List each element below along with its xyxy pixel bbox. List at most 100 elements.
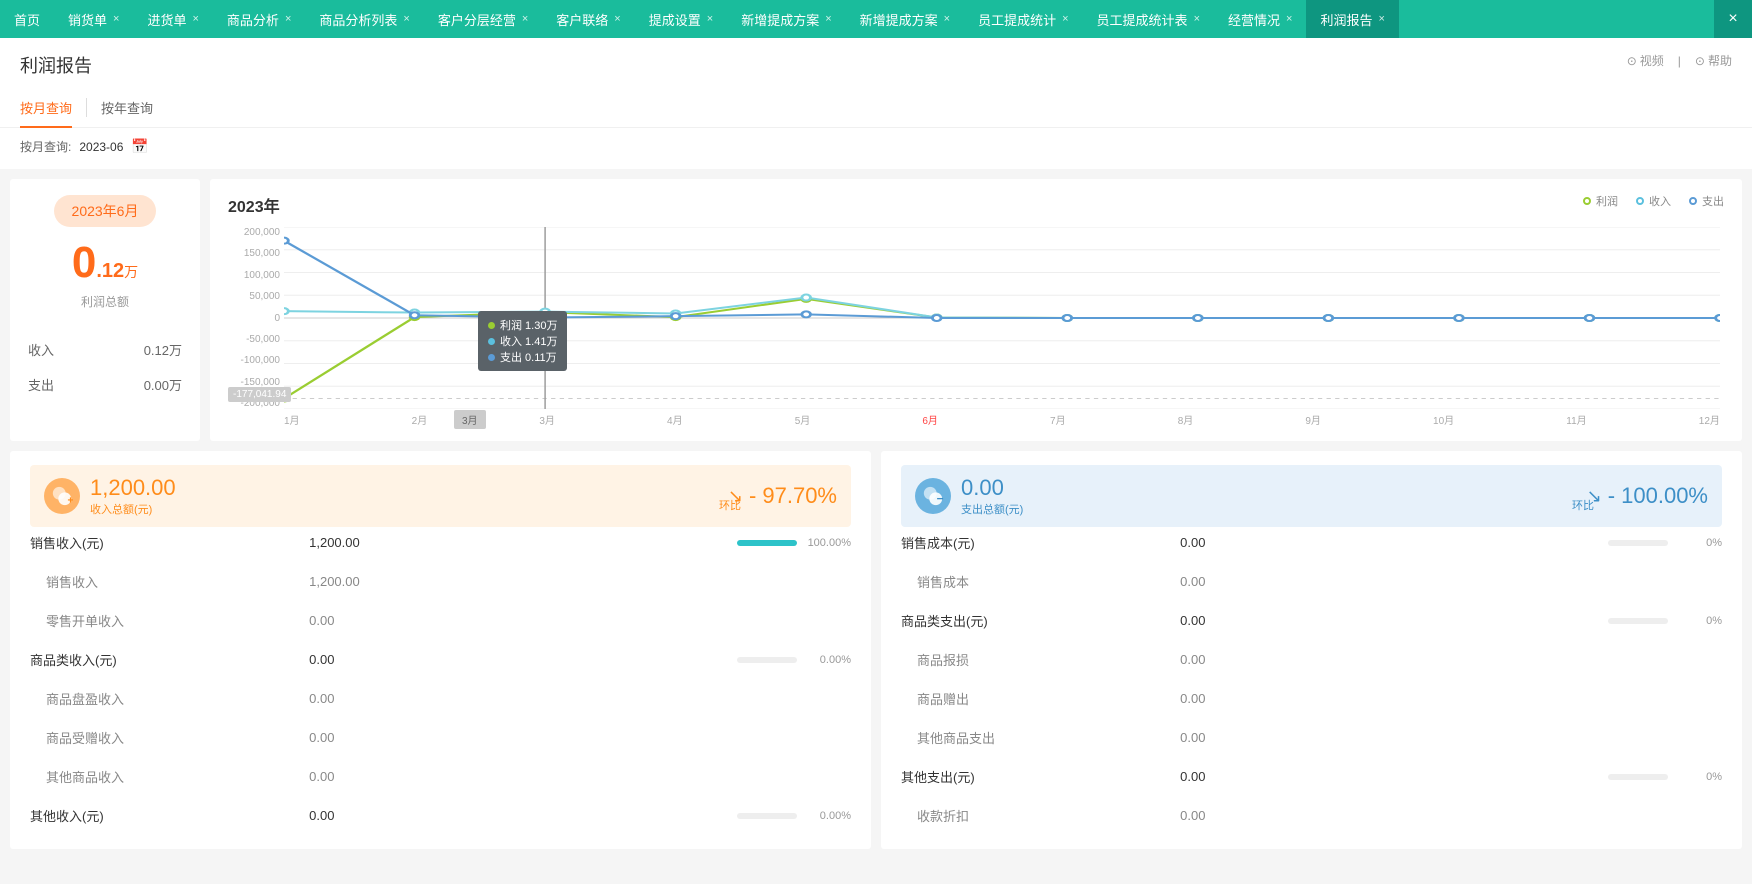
progress-bar bbox=[1608, 774, 1668, 780]
income-panel: + 1,200.00 收入总额(元) ↘ - 97.70% 环比 销售收入(元)… bbox=[10, 451, 871, 849]
table-row: 零售开单收入0.00 bbox=[30, 601, 851, 640]
table-row: 其他收入(元)0.000.00% bbox=[30, 796, 851, 835]
legend-expense[interactable]: 支出 bbox=[1689, 193, 1724, 209]
close-icon[interactable]: × bbox=[285, 13, 291, 25]
top-tabbar: 首页销货单×进货单×商品分析×商品分析列表×客户分层经营×客户联络×提成设置×新… bbox=[0, 0, 1752, 38]
close-icon[interactable]: × bbox=[1378, 13, 1384, 25]
table-row: 其他商品收入0.00 bbox=[30, 757, 851, 796]
summary-card: 2023年6月 0.12万 利润总额 收入 0.12万 支出 0.00万 bbox=[10, 179, 200, 441]
tab-3[interactable]: 商品分析× bbox=[213, 0, 305, 38]
tab-12[interactable]: 经营情况× bbox=[1214, 0, 1306, 38]
expense-panel-header: − 0.00 支出总额(元) ↘ - 100.00% bbox=[901, 465, 1722, 527]
legend-dot-icon bbox=[1689, 197, 1697, 205]
tab-4[interactable]: 商品分析列表× bbox=[305, 0, 423, 38]
table-row: 其他支出(元)0.000% bbox=[901, 757, 1722, 796]
tab-5[interactable]: 客户分层经营× bbox=[424, 0, 542, 38]
chart-legend: 利润 收入 支出 bbox=[1583, 193, 1724, 209]
income-trend: - 97.70% bbox=[749, 483, 837, 509]
chart-y-badge: -177,041.94 bbox=[228, 387, 291, 402]
table-row: 销售收入(元)1,200.00100.00% bbox=[30, 523, 851, 562]
tooltip-dot-icon bbox=[488, 354, 495, 361]
query-mode-tabs: 按月查询 按年查询 bbox=[0, 78, 1752, 128]
help-icon: ⊙ bbox=[1695, 54, 1705, 68]
close-icon[interactable]: × bbox=[1286, 13, 1292, 25]
tab-0[interactable]: 首页 bbox=[0, 0, 54, 38]
progress-bar bbox=[737, 540, 797, 546]
summary-period: 2023年6月 bbox=[54, 195, 157, 227]
tab-7[interactable]: 提成设置× bbox=[635, 0, 727, 38]
income-panel-header: + 1,200.00 收入总额(元) ↘ - 97.70% bbox=[30, 465, 851, 527]
progress-bar bbox=[1608, 618, 1668, 624]
progress-bar bbox=[1608, 540, 1668, 546]
close-icon[interactable]: × bbox=[614, 13, 620, 25]
filter-date[interactable]: 2023-06 bbox=[79, 140, 123, 154]
tooltip-dot-icon bbox=[488, 322, 495, 329]
close-icon[interactable]: × bbox=[1194, 13, 1200, 25]
table-row: 商品赠出0.00 bbox=[901, 679, 1722, 718]
page-title: 利润报告 bbox=[20, 52, 1732, 78]
legend-dot-icon bbox=[1636, 197, 1644, 205]
close-all-tabs[interactable]: × bbox=[1714, 0, 1752, 38]
tab-6[interactable]: 客户联络× bbox=[542, 0, 634, 38]
tab-month-query[interactable]: 按月查询 bbox=[20, 92, 72, 127]
close-icon[interactable]: × bbox=[113, 13, 119, 25]
month-filter: 按月查询: 2023-06 📅 bbox=[0, 128, 1752, 169]
chart-area[interactable]: 200,000150,000100,00050,0000-50,000-100,… bbox=[228, 227, 1724, 427]
progress-bar bbox=[737, 657, 797, 663]
legend-dot-icon bbox=[1583, 197, 1591, 205]
chart-yaxis: 200,000150,000100,00050,0000-50,000-100,… bbox=[228, 227, 280, 409]
table-row: 商品报损0.00 bbox=[901, 640, 1722, 679]
table-row: 销售收入1,200.00 bbox=[30, 562, 851, 601]
profit-total-value: 0.12万 bbox=[28, 241, 182, 285]
help-link[interactable]: ⊙帮助 bbox=[1695, 52, 1732, 69]
tab-10[interactable]: 员工提成统计× bbox=[964, 0, 1082, 38]
play-icon: ⊙ bbox=[1627, 54, 1637, 68]
tab-8[interactable]: 新增提成方案× bbox=[727, 0, 845, 38]
close-icon[interactable]: × bbox=[825, 13, 831, 25]
video-link[interactable]: ⊙视频 bbox=[1627, 52, 1664, 69]
tab-9[interactable]: 新增提成方案× bbox=[846, 0, 964, 38]
expense-panel: − 0.00 支出总额(元) ↘ - 100.00% 环比 销售成本(元)0.0… bbox=[881, 451, 1742, 849]
chart-title: 2023年 bbox=[228, 193, 1724, 217]
income-hb-label: 环比 bbox=[30, 497, 741, 513]
table-row: 商品受赠收入0.00 bbox=[30, 718, 851, 757]
expense-hb-label: 环比 bbox=[901, 497, 1594, 513]
table-row: 收款折扣0.00 bbox=[901, 796, 1722, 835]
chart-x-badge: 3月 bbox=[454, 410, 486, 429]
tab-year-query[interactable]: 按年查询 bbox=[101, 92, 153, 127]
link-divider: | bbox=[1678, 52, 1681, 69]
tab-11[interactable]: 员工提成统计表× bbox=[1083, 0, 1214, 38]
close-icon[interactable]: × bbox=[1062, 13, 1068, 25]
close-icon[interactable]: × bbox=[192, 13, 198, 25]
table-row: 其他商品支出0.00 bbox=[901, 718, 1722, 757]
legend-profit[interactable]: 利润 bbox=[1583, 193, 1618, 209]
close-icon[interactable]: × bbox=[707, 13, 713, 25]
tab-1[interactable]: 销货单× bbox=[54, 0, 133, 38]
tab-13[interactable]: 利润报告× bbox=[1306, 0, 1398, 38]
chart-plot: -177,041.94 利润 1.30万 收入 1.41万 支出 0.11万 bbox=[284, 227, 1720, 409]
table-row: 商品盘盈收入0.00 bbox=[30, 679, 851, 718]
close-icon[interactable]: × bbox=[522, 13, 528, 25]
chart-card: 2023年 利润 收入 支出 200,000150,000100,00050,0… bbox=[210, 179, 1742, 441]
close-icon[interactable]: × bbox=[403, 13, 409, 25]
expense-trend: - 100.00% bbox=[1608, 483, 1708, 509]
chart-xaxis: 1月2月3月4月5月6月7月8月9月10月11月12月 bbox=[284, 412, 1720, 427]
chart-tooltip: 利润 1.30万 收入 1.41万 支出 0.11万 bbox=[478, 311, 567, 371]
income-table: 销售收入(元)1,200.00100.00%销售收入1,200.00零售开单收入… bbox=[30, 523, 851, 835]
table-row: 商品类收入(元)0.000.00% bbox=[30, 640, 851, 679]
summary-expense-row: 支出 0.00万 bbox=[28, 367, 182, 402]
calendar-icon[interactable]: 📅 bbox=[131, 138, 148, 155]
summary-income-row: 收入 0.12万 bbox=[28, 332, 182, 367]
filter-label: 按月查询: bbox=[20, 138, 71, 155]
tab-2[interactable]: 进货单× bbox=[133, 0, 212, 38]
legend-income[interactable]: 收入 bbox=[1636, 193, 1671, 209]
tab-divider bbox=[86, 98, 87, 117]
table-row: 销售成本0.00 bbox=[901, 562, 1722, 601]
tooltip-dot-icon bbox=[488, 338, 495, 345]
table-row: 销售成本(元)0.000% bbox=[901, 523, 1722, 562]
expense-table: 销售成本(元)0.000%销售成本0.00商品类支出(元)0.000%商品报损0… bbox=[901, 523, 1722, 835]
page-header: 利润报告 ⊙视频 | ⊙帮助 bbox=[0, 38, 1752, 78]
close-icon[interactable]: × bbox=[944, 13, 950, 25]
profit-total-label: 利润总额 bbox=[28, 293, 182, 310]
progress-bar bbox=[737, 813, 797, 819]
